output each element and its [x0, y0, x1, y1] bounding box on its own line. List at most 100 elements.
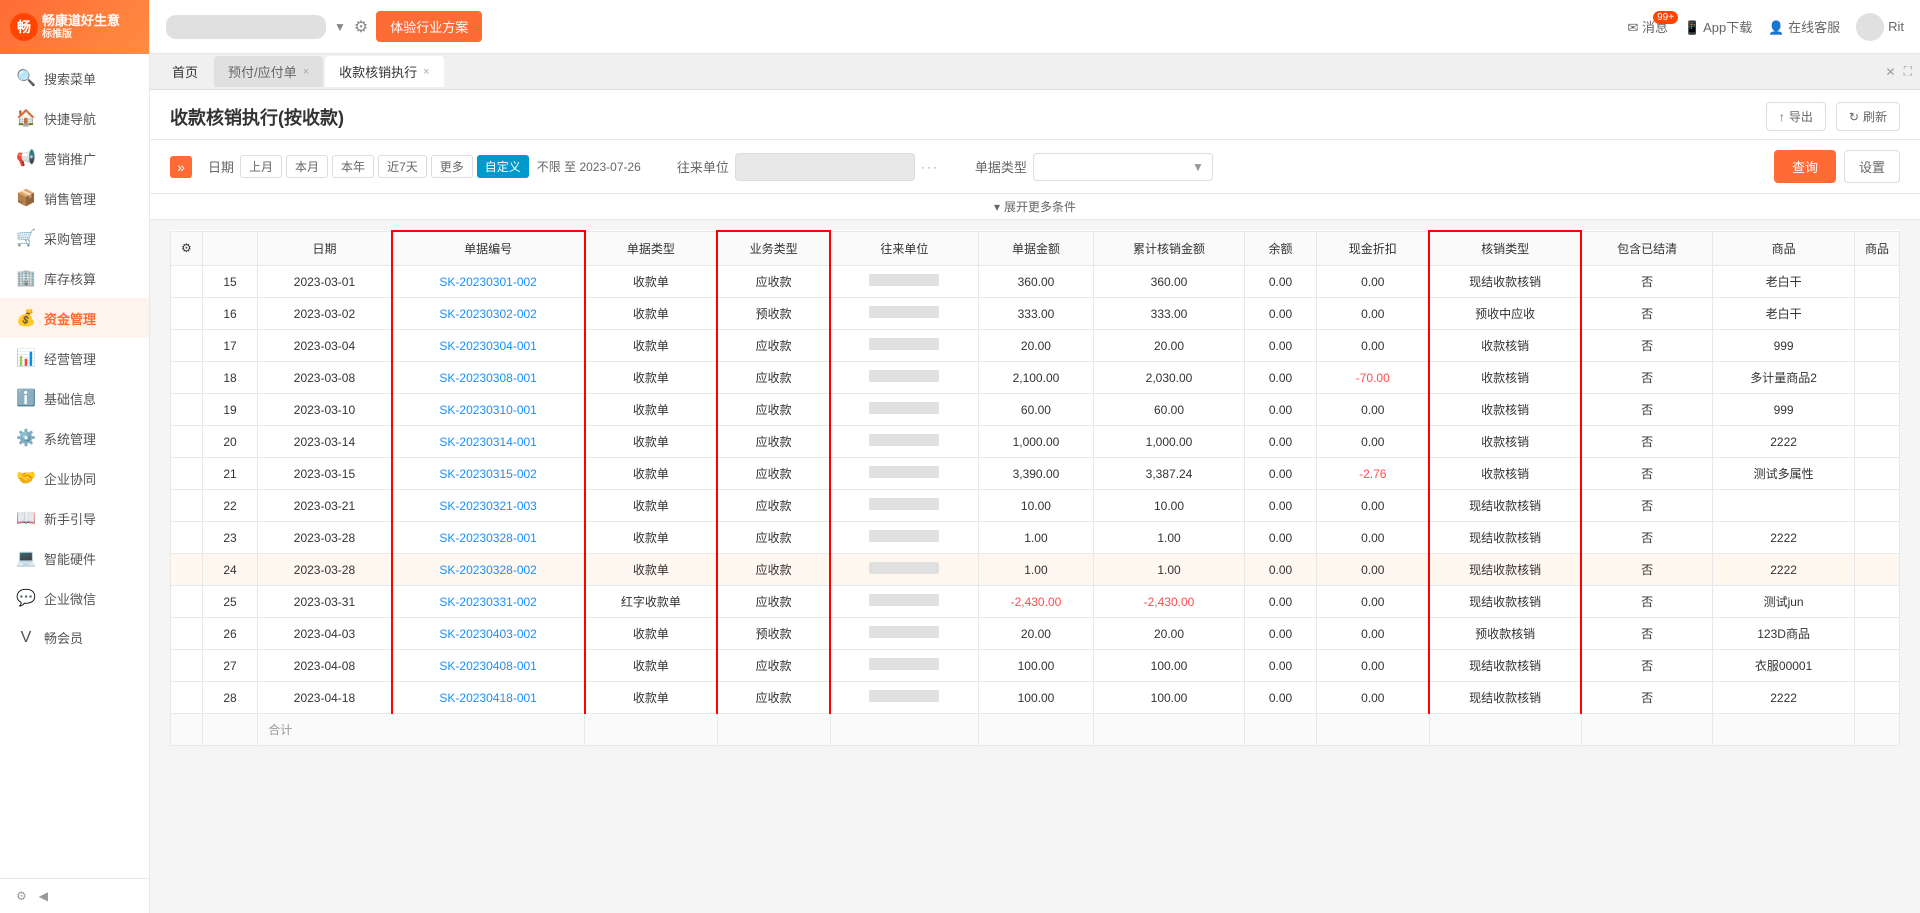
- td-product: 测试多属性: [1713, 458, 1855, 490]
- td-biztype: 应收款: [717, 458, 830, 490]
- th-settings[interactable]: ⚙: [171, 231, 203, 266]
- td-partner: [830, 330, 978, 362]
- user-info[interactable]: Rit: [1856, 13, 1904, 41]
- export-icon: ↑: [1779, 110, 1785, 124]
- query-button[interactable]: 查询: [1774, 150, 1836, 183]
- expand-more-row: ▾ 展开更多条件: [150, 194, 1920, 220]
- td-product: 2222: [1713, 522, 1855, 554]
- sidebar-item-marketing[interactable]: 📢 营销推广: [0, 138, 149, 178]
- sidebar-item-inventory[interactable]: 🏢 库存核算: [0, 258, 149, 298]
- solution-button[interactable]: 体验行业方案: [376, 11, 482, 42]
- td-biztype: 应收款: [717, 490, 830, 522]
- td-balance: 0.00: [1244, 298, 1317, 330]
- sidebar-item-system[interactable]: ⚙️ 系统管理: [0, 418, 149, 458]
- sidebar-item-finance[interactable]: 💰 资金管理: [0, 298, 149, 338]
- sidebar-item-operations[interactable]: 📊 经营管理: [0, 338, 149, 378]
- td-balance: 0.00: [1244, 362, 1317, 394]
- sidebar-item-member[interactable]: V 畅会员: [0, 618, 149, 657]
- collapse-icon[interactable]: ◀: [39, 889, 48, 903]
- td-product2: [1854, 650, 1899, 682]
- td-verifytype: 现结收款核销: [1429, 554, 1581, 586]
- export-button[interactable]: ↑ 导出: [1766, 102, 1826, 131]
- td-docamount: 100.00: [978, 682, 1094, 714]
- td-inclsettled: 否: [1581, 490, 1713, 522]
- td-docno: SK-20230408-001: [392, 650, 585, 682]
- doc-link[interactable]: SK-20230331-002: [439, 595, 536, 609]
- expand-more-button[interactable]: ▾ 展开更多条件: [994, 198, 1076, 215]
- tab-close-receipt-verify[interactable]: ×: [423, 66, 429, 78]
- filter-toggle-button[interactable]: »: [170, 156, 192, 178]
- td-partner: [830, 586, 978, 618]
- sidebar-item-purchase[interactable]: 🛒 采购管理: [0, 218, 149, 258]
- td-docamount: 1.00: [978, 554, 1094, 586]
- last-month-btn[interactable]: 上月: [240, 155, 282, 178]
- sidebar-item-hardware[interactable]: 💻 智能硬件: [0, 538, 149, 578]
- tabbar: 首页 预付/应付单 × 收款核销执行 × ✕ ⛶: [150, 54, 1920, 90]
- td-rownum: 24: [202, 554, 258, 586]
- app-download[interactable]: 📱 App下载: [1684, 17, 1752, 36]
- topbar-dropdown-icon[interactable]: ▼: [334, 20, 346, 34]
- doc-link[interactable]: SK-20230315-002: [439, 467, 536, 481]
- td-docamount: 100.00: [978, 650, 1094, 682]
- doc-link[interactable]: SK-20230418-001: [439, 691, 536, 705]
- doc-link[interactable]: SK-20230304-001: [439, 339, 536, 353]
- td-settings: [171, 522, 203, 554]
- topbar-gear-icon[interactable]: ⚙: [354, 17, 368, 37]
- sidebar-item-guide[interactable]: 📖 新手引导: [0, 498, 149, 538]
- td-biztype: 应收款: [717, 650, 830, 682]
- sidebar-item-search[interactable]: 🔍 搜索菜单: [0, 58, 149, 98]
- doc-link[interactable]: SK-20230314-001: [439, 435, 536, 449]
- td-product2: [1854, 522, 1899, 554]
- td-docno: SK-20230403-002: [392, 618, 585, 650]
- doc-link[interactable]: SK-20230408-001: [439, 659, 536, 673]
- td-product: 测试jun: [1713, 586, 1855, 618]
- td-balance: 0.00: [1244, 650, 1317, 682]
- doc-link[interactable]: SK-20230310-001: [439, 403, 536, 417]
- sidebar: 畅 畅康道好生意 标推版 🔍 搜索菜单 🏠 快捷导航 📢 营销推广 📦 销售管理…: [0, 0, 150, 913]
- td-doctype: 收款单: [585, 522, 718, 554]
- tab-maximize-icon[interactable]: ⛶: [1904, 64, 1912, 79]
- sidebar-item-sales[interactable]: 📦 销售管理: [0, 178, 149, 218]
- doc-link[interactable]: SK-20230328-001: [439, 531, 536, 545]
- doc-link[interactable]: SK-20230308-001: [439, 371, 536, 385]
- td-rownum: 27: [202, 650, 258, 682]
- doctype-select[interactable]: ▼: [1033, 153, 1213, 181]
- tab-close-all-icon[interactable]: ✕: [1886, 65, 1896, 79]
- tab-close-pre-payment[interactable]: ×: [303, 66, 309, 78]
- doc-link[interactable]: SK-20230403-002: [439, 627, 536, 641]
- tab-receipt-verify[interactable]: 收款核销执行 ×: [325, 56, 443, 87]
- td-date: 2023-03-14: [258, 426, 392, 458]
- settings-footer-icon[interactable]: ⚙: [16, 889, 27, 903]
- doc-link[interactable]: SK-20230321-003: [439, 499, 536, 513]
- last-7days-btn[interactable]: 近7天: [378, 155, 427, 178]
- sidebar-item-corp[interactable]: 🤝 企业协同: [0, 458, 149, 498]
- sidebar-item-quicknav[interactable]: 🏠 快捷导航: [0, 98, 149, 138]
- doc-link[interactable]: SK-20230302-002: [439, 307, 536, 321]
- settings-button[interactable]: 设置: [1844, 150, 1900, 183]
- sidebar-item-basic[interactable]: ℹ️ 基础信息: [0, 378, 149, 418]
- topbar-search-area: [166, 15, 326, 39]
- notification-area[interactable]: ✉ 消息 99+: [1628, 17, 1669, 36]
- more-date-btn[interactable]: 更多: [431, 155, 473, 178]
- doc-link[interactable]: SK-20230301-002: [439, 275, 536, 289]
- td-cashdiscount: 0.00: [1317, 618, 1429, 650]
- custom-date-btn[interactable]: 自定义: [477, 155, 529, 178]
- td-partner: [830, 426, 978, 458]
- doc-link[interactable]: SK-20230328-002: [439, 563, 536, 577]
- td-docamount: 20.00: [978, 618, 1094, 650]
- this-year-btn[interactable]: 本年: [332, 155, 374, 178]
- td-balance: 0.00: [1244, 522, 1317, 554]
- td-partner: [830, 650, 978, 682]
- partner-input[interactable]: [735, 153, 915, 181]
- tab-home[interactable]: 首页: [158, 56, 212, 87]
- sidebar-item-wechat[interactable]: 💬 企业微信: [0, 578, 149, 618]
- td-docno: SK-20230310-001: [392, 394, 585, 426]
- refresh-button[interactable]: ↻ 刷新: [1836, 102, 1900, 131]
- topbar-right: ✉ 消息 99+ 📱 App下载 👤 在线客服 Rit: [1628, 13, 1905, 41]
- this-month-btn[interactable]: 本月: [286, 155, 328, 178]
- basic-icon: ℹ️: [16, 388, 36, 408]
- td-docno: SK-20230302-002: [392, 298, 585, 330]
- th-doctype: 单据类型: [585, 231, 718, 266]
- tab-pre-payment[interactable]: 预付/应付单 ×: [214, 56, 323, 87]
- online-service[interactable]: 👤 在线客服: [1768, 17, 1840, 36]
